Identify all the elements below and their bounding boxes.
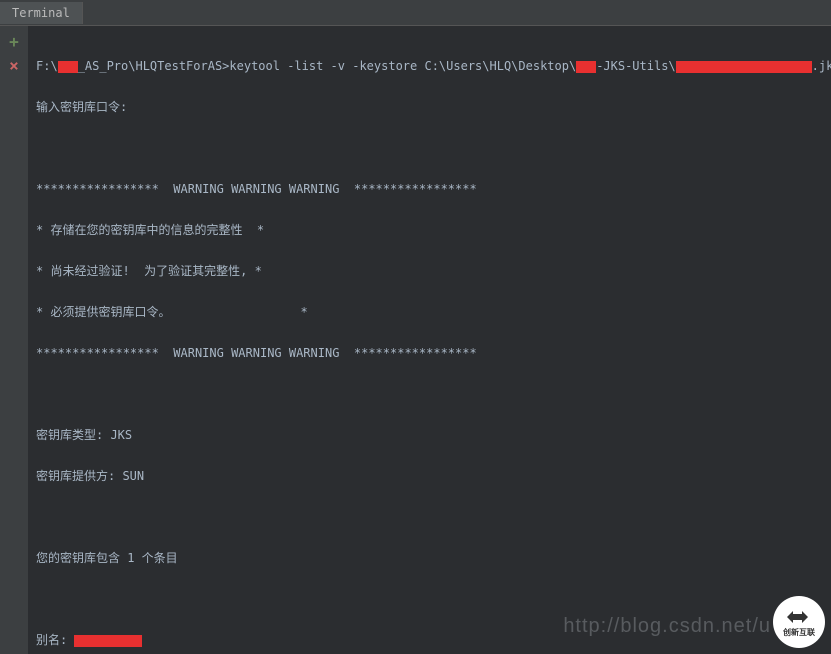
output-line: 输入密钥库口令: [36, 97, 823, 118]
output-line [36, 384, 823, 405]
add-terminal-icon[interactable]: + [7, 34, 21, 48]
logo-label: 创新互联 [783, 627, 815, 638]
tab-bar: Terminal [0, 0, 831, 26]
watermark-text: http://blog.csdn.net/u [563, 615, 771, 638]
terminal-output[interactable]: F:\_AS_Pro\HLQTestForAS>keytool -list -v… [28, 26, 831, 654]
output-line: * 必须提供密钥库口令。 * [36, 302, 823, 323]
logo-icon [784, 607, 814, 627]
output-line: * 存储在您的密钥库中的信息的完整性 * [36, 220, 823, 241]
redacted [74, 635, 142, 647]
output-line: * 尚未经过验证! 为了验证其完整性, * [36, 261, 823, 282]
logo-badge: 创新互联 [773, 596, 825, 648]
redacted [576, 61, 596, 73]
close-terminal-icon[interactable]: × [7, 58, 21, 72]
output-line: 您的密钥库包含 1 个条目 [36, 548, 823, 569]
output-line [36, 507, 823, 528]
redacted [676, 61, 812, 73]
redacted [58, 61, 78, 73]
output-line [36, 138, 823, 159]
terminal-gutter: + × [0, 26, 28, 654]
output-line: ***************** WARNING WARNING WARNIN… [36, 343, 823, 364]
output-line: 密钥库类型: JKS [36, 425, 823, 446]
tab-terminal[interactable]: Terminal [0, 2, 83, 24]
output-line [36, 589, 823, 610]
output-line: ***************** WARNING WARNING WARNIN… [36, 179, 823, 200]
output-line: 密钥库提供方: SUN [36, 466, 823, 487]
cmd-line: F:\_AS_Pro\HLQTestForAS>keytool -list -v… [36, 56, 823, 77]
